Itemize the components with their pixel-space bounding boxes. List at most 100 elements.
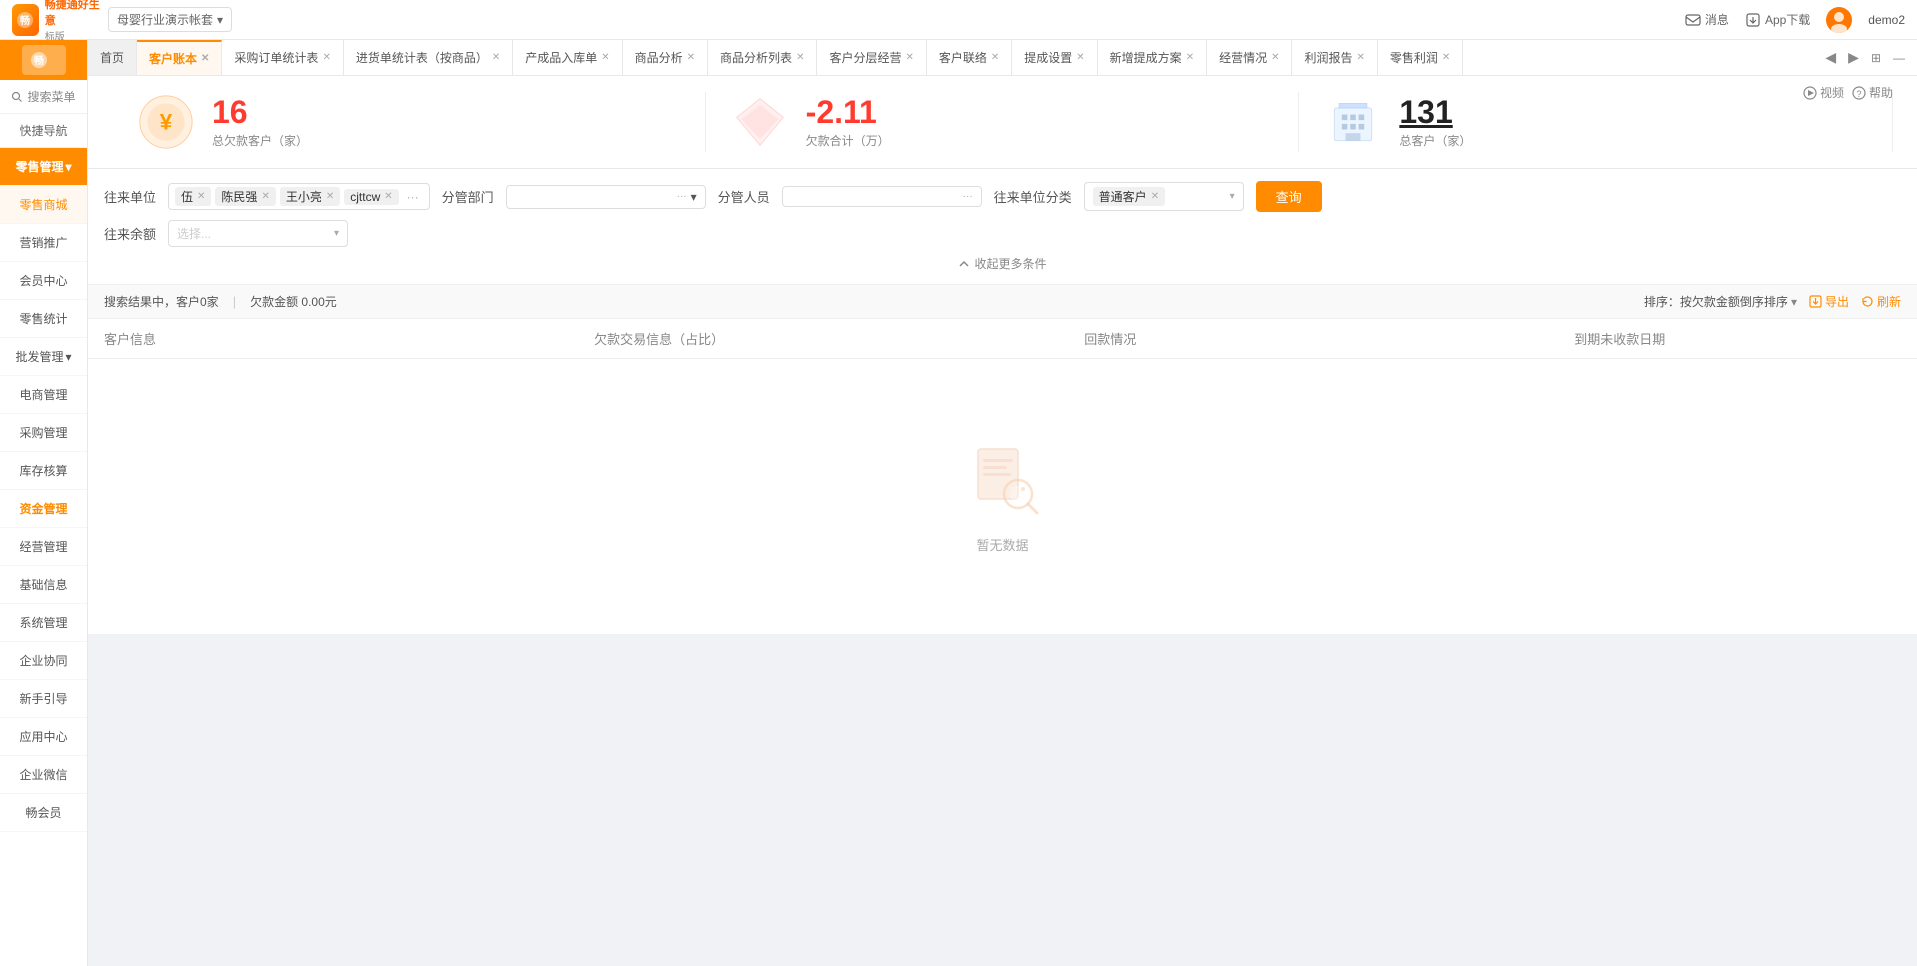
tab-close-customer-tier[interactable]: ✕ bbox=[905, 52, 913, 63]
app-container: 畅 畅捷通好生意 标版 母婴行业演示帐套 ▾ 消息 App下载 demo2 bbox=[0, 0, 1917, 966]
filter-tag-cjttcw-close[interactable]: ✕ bbox=[384, 191, 392, 202]
dept-filter-select[interactable]: ··· ▾ bbox=[506, 185, 706, 209]
result-bar: 搜索结果中，客户0家 | 欠款金额 0.00元 排序：按欠款金额倒序排序 ▾ 导… bbox=[88, 285, 1917, 319]
sidebar-item-enterprise-wechat[interactable]: 企业微信 bbox=[0, 756, 87, 794]
tab-close-product-analysis[interactable]: ✕ bbox=[687, 52, 695, 63]
sidebar-item-operations[interactable]: 经营管理 bbox=[0, 528, 87, 566]
message-btn[interactable]: 消息 bbox=[1685, 11, 1729, 28]
coin-icon: ¥ bbox=[136, 92, 196, 152]
tab-product-analysis-list[interactable]: 商品分析列表 ✕ bbox=[708, 40, 817, 76]
sidebar-item-retail-stats[interactable]: 零售统计 bbox=[0, 300, 87, 338]
tab-retail-profit[interactable]: 零售利润 ✕ bbox=[1378, 40, 1463, 76]
summary-card-total-customers: 131 总客户（家） bbox=[1299, 92, 1893, 152]
search-menu[interactable]: 搜索菜单 bbox=[0, 80, 87, 114]
summary-card-debtors: ¥ 16 总欠款客户（家） bbox=[112, 92, 706, 152]
tab-new-reminder[interactable]: 新增提成方案 ✕ bbox=[1098, 40, 1207, 76]
tab-product-instock[interactable]: 产成品入库单 ✕ bbox=[513, 40, 622, 76]
sidebar-item-inventory[interactable]: 库存核算 bbox=[0, 452, 87, 490]
sidebar-item-system[interactable]: 系统管理 bbox=[0, 604, 87, 642]
quick-nav[interactable]: 快捷导航 bbox=[0, 114, 87, 148]
export-btn[interactable]: 导出 bbox=[1809, 293, 1849, 310]
svg-text:¥: ¥ bbox=[160, 109, 173, 134]
refresh-btn[interactable]: 刷新 bbox=[1861, 293, 1901, 310]
tab-next-btn[interactable]: ▶ bbox=[1844, 47, 1863, 68]
tab-close-purchase-order[interactable]: ✕ bbox=[322, 52, 330, 63]
tab-customer-tier[interactable]: 客户分层经营 ✕ bbox=[817, 40, 926, 76]
tab-close-customer-capital[interactable]: ✕ bbox=[201, 53, 209, 64]
sidebar-item-ecommerce[interactable]: 电商管理 bbox=[0, 376, 87, 414]
summary-card-debt-amount: -2.11 欠款合计（万） bbox=[706, 92, 1300, 152]
user-name[interactable]: demo2 bbox=[1868, 13, 1905, 27]
balance-filter-select[interactable]: 选择... ▾ bbox=[168, 220, 348, 247]
tab-purchase-order[interactable]: 采购订单统计表 ✕ bbox=[222, 40, 343, 76]
table-header: 客户信息 欠款交易信息（占比） 回款情况 到期未收款日期 bbox=[88, 319, 1917, 359]
query-button[interactable]: 查询 bbox=[1256, 181, 1322, 212]
sort-select[interactable]: 排序：按欠款金额倒序排序 ▾ bbox=[1644, 293, 1797, 310]
sidebar-item-retail-mgmt[interactable]: 零售管理 ▾ bbox=[0, 148, 87, 186]
sidebar-item-new-guide[interactable]: 新手引导 bbox=[0, 680, 87, 718]
filter-tag-chenmq-close[interactable]: ✕ bbox=[261, 191, 269, 202]
tab-close-product-analysis-list[interactable]: ✕ bbox=[796, 52, 804, 63]
tab-ops-status[interactable]: 经营情况 ✕ bbox=[1207, 40, 1292, 76]
unit-type-tag-close[interactable]: ✕ bbox=[1151, 191, 1159, 202]
dept-more-icon: ··· bbox=[677, 191, 687, 202]
sidebar-item-purchase[interactable]: 采购管理 bbox=[0, 414, 87, 452]
tab-product-analysis[interactable]: 商品分析 ✕ bbox=[623, 40, 708, 76]
tab-minimize-btn[interactable]: — bbox=[1889, 49, 1909, 67]
tab-close-new-reminder[interactable]: ✕ bbox=[1186, 52, 1194, 63]
building-icon bbox=[1323, 92, 1383, 152]
filter-tag-wangxl-close[interactable]: ✕ bbox=[326, 191, 334, 202]
sidebar-item-member-center[interactable]: 会员中心 bbox=[0, 262, 87, 300]
filter-tag-cjttcw: cjttcw ✕ bbox=[344, 189, 398, 205]
tab-close-reminder-settings[interactable]: ✕ bbox=[1076, 52, 1084, 63]
logo-icon: 畅 bbox=[12, 4, 39, 36]
tab-customer-capital[interactable]: 客户账本 ✕ bbox=[137, 40, 222, 76]
main-layout: 畅 搜索菜单 快捷导航 零售管理 ▾ 零售商城 营销推广 会员中心 零售统计 bbox=[0, 40, 1917, 966]
unit-filter-tags[interactable]: 伍 ✕ 陈民强 ✕ 王小亮 ✕ bbox=[168, 183, 430, 210]
tab-prev-btn[interactable]: ◀ bbox=[1821, 47, 1840, 68]
content-area: 首页 客户账本 ✕ 采购订单统计表 ✕ 进货单统计表（按商品） ✕ bbox=[88, 40, 1917, 966]
tab-close-customer-contact[interactable]: ✕ bbox=[991, 52, 999, 63]
manager-filter-select[interactable]: ··· bbox=[782, 186, 982, 207]
tab-customer-contact[interactable]: 客户联络 ✕ bbox=[927, 40, 1012, 76]
tab-home[interactable]: 首页 bbox=[88, 40, 137, 76]
tab-expand-btn[interactable]: ⊞ bbox=[1867, 49, 1885, 67]
sidebar-item-enterprise[interactable]: 企业协同 bbox=[0, 642, 87, 680]
sidebar: 畅 搜索菜单 快捷导航 零售管理 ▾ 零售商城 营销推广 会员中心 零售统计 bbox=[0, 40, 88, 966]
dept-dropdown-icon: ▾ bbox=[691, 190, 697, 204]
tab-close-instock-stats[interactable]: ✕ bbox=[492, 52, 500, 63]
sidebar-item-batch-mgmt[interactable]: 批发管理 ▾ bbox=[0, 338, 87, 376]
total-customers-label: 总客户（家） bbox=[1399, 132, 1471, 149]
tab-profit-report[interactable]: 利润报告 ✕ bbox=[1292, 40, 1377, 76]
sort-label: 排序：按欠款金额倒序排序 bbox=[1644, 293, 1788, 310]
filter-tag-wu-close[interactable]: ✕ bbox=[197, 191, 205, 202]
sidebar-item-marketing[interactable]: 营销推广 bbox=[0, 224, 87, 262]
filter-tags-more[interactable]: ··· bbox=[403, 189, 423, 205]
collapse-button[interactable]: 收起更多条件 bbox=[958, 255, 1046, 272]
tab-instock-stats[interactable]: 进货单统计表（按商品） ✕ bbox=[344, 40, 513, 76]
tab-close-ops-status[interactable]: ✕ bbox=[1271, 52, 1279, 63]
logo-text-line1: 畅捷通好生意 bbox=[45, 0, 100, 28]
user-avatar[interactable] bbox=[1826, 7, 1852, 33]
result-actions: 排序：按欠款金额倒序排序 ▾ 导出 刷新 bbox=[1644, 293, 1901, 310]
sidebar-item-retail-mall[interactable]: 零售商城 bbox=[0, 186, 87, 224]
debt-amount-label: 欠款合计（万） bbox=[806, 132, 890, 149]
total-customers-value[interactable]: 131 bbox=[1399, 96, 1471, 128]
tab-reminder-settings[interactable]: 提成设置 ✕ bbox=[1012, 40, 1097, 76]
sidebar-item-app-center[interactable]: 应用中心 bbox=[0, 718, 87, 756]
video-help-btn[interactable]: 视频 bbox=[1803, 84, 1844, 101]
app-download-btn[interactable]: App下载 bbox=[1745, 11, 1810, 28]
sidebar-item-basic-info[interactable]: 基础信息 bbox=[0, 566, 87, 604]
tab-close-profit-report[interactable]: ✕ bbox=[1357, 52, 1365, 63]
debt-total-text: 欠款金额 0.00元 bbox=[250, 293, 337, 310]
tab-nav: 首页 客户账本 ✕ 采购订单统计表 ✕ 进货单统计表（按商品） ✕ bbox=[88, 40, 1813, 76]
unit-filter-label: 往来单位 bbox=[104, 187, 156, 206]
sidebar-item-finance[interactable]: 资金管理 bbox=[0, 490, 87, 528]
company-selector[interactable]: 母婴行业演示帐套 ▾ bbox=[108, 7, 232, 32]
tab-close-product-instock[interactable]: ✕ bbox=[601, 52, 609, 63]
filter-tag-wangxl: 王小亮 ✕ bbox=[280, 187, 340, 206]
sidebar-item-member-vip[interactable]: 畅会员 bbox=[0, 794, 87, 832]
help-btn[interactable]: ? 帮助 bbox=[1852, 84, 1893, 101]
tab-close-retail-profit[interactable]: ✕ bbox=[1442, 52, 1450, 63]
unit-type-filter-select[interactable]: 普通客户 ✕ ▾ bbox=[1084, 182, 1244, 211]
